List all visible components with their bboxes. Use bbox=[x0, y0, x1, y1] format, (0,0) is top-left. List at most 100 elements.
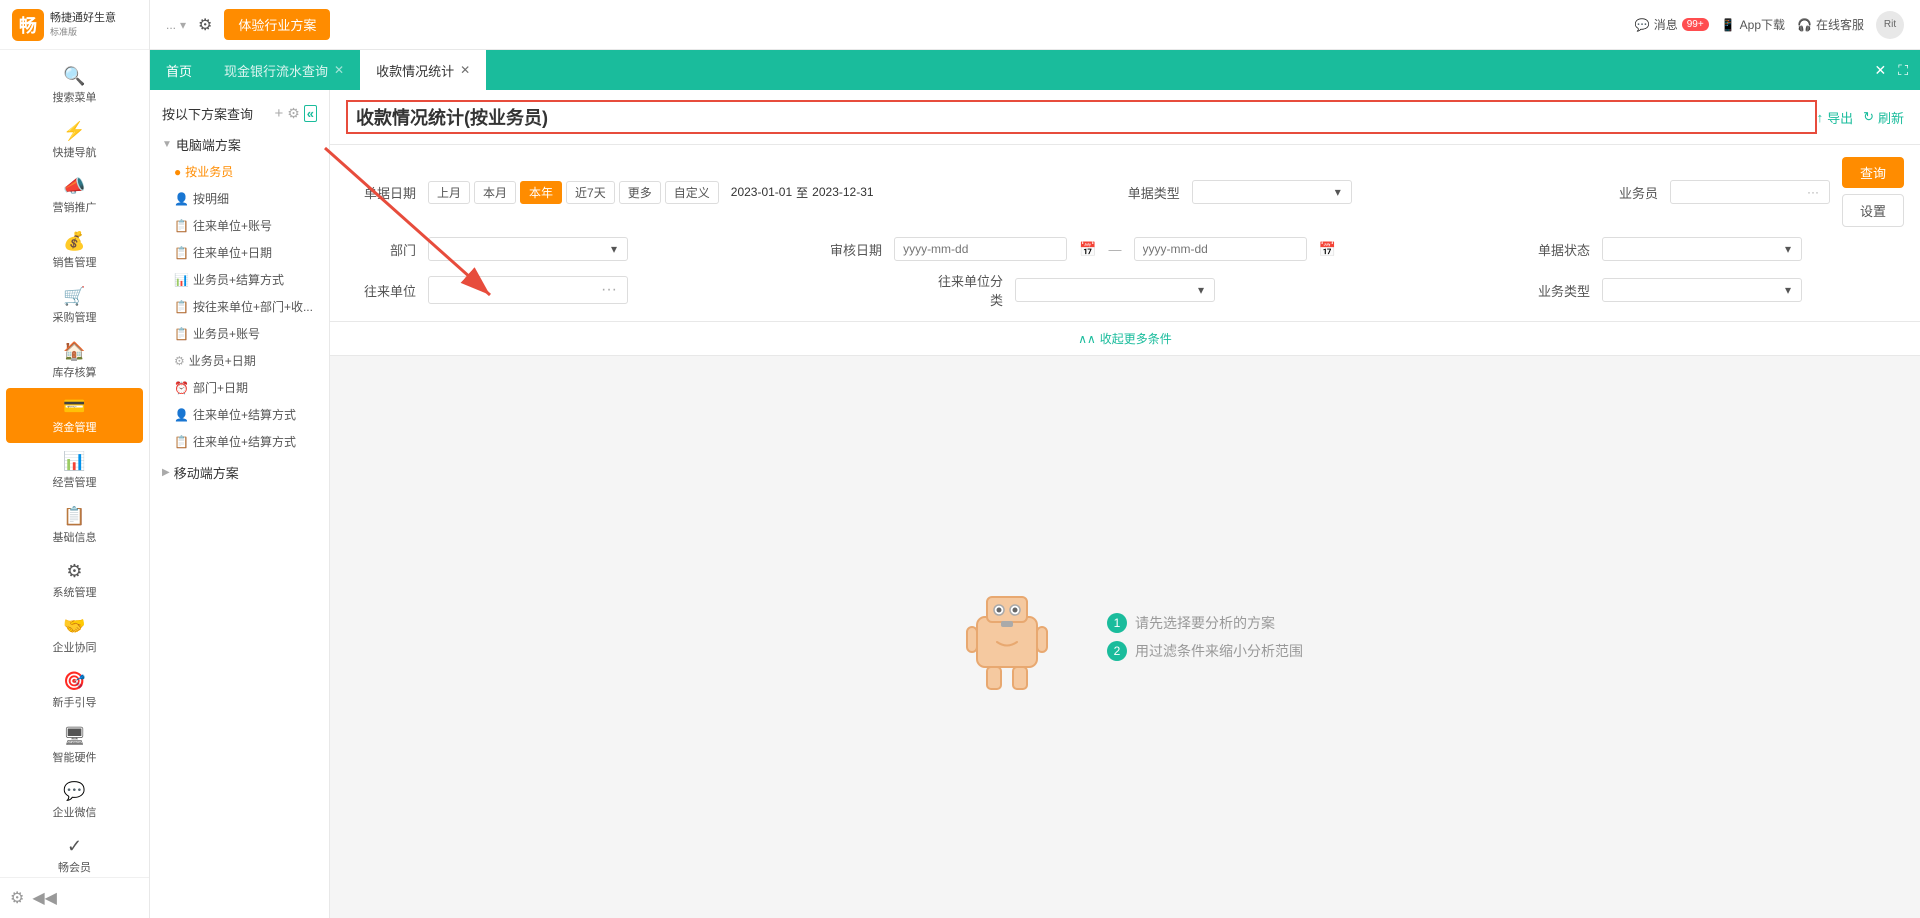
sidebar-item-purchase[interactable]: 🛒 采购管理 bbox=[0, 278, 149, 333]
page-header: 收款情况统计(按业务员) ↑ 导出 ↻ 刷新 bbox=[330, 90, 1920, 145]
tree-item-partner-dept-collect[interactable]: 📋 按往来单位+部门+收... bbox=[150, 293, 329, 320]
partner-account-label: 往来单位+账号 bbox=[193, 217, 272, 234]
filter-actions: 查询 设置 bbox=[1842, 157, 1904, 227]
export-button[interactable]: ↑ 导出 bbox=[1817, 108, 1854, 127]
sidebar-item-operations[interactable]: 📊 经营管理 bbox=[0, 443, 149, 498]
partner-category-chevron-icon: ▾ bbox=[1198, 283, 1204, 297]
add-scheme-icon[interactable]: + bbox=[274, 105, 283, 122]
tree-item-dept-date[interactable]: ⏰ 部门+日期 bbox=[150, 374, 329, 401]
tree-desktop-root[interactable]: ▼ 电脑端方案 bbox=[150, 131, 329, 158]
sidebar-item-member[interactable]: ✓ 畅会员 bbox=[0, 828, 149, 877]
sidebar-item-hardware[interactable]: 🖥 智能硬件 bbox=[0, 718, 149, 773]
sidebar-item-quick-nav[interactable]: ⚡ 快捷导航 bbox=[0, 113, 149, 168]
partner-settlement2-label: 往来单位+结算方式 bbox=[193, 433, 296, 450]
collapse-label: 收起更多条件 bbox=[1100, 330, 1172, 347]
review-date-end-cal-icon[interactable]: 📅 bbox=[1319, 241, 1336, 258]
by-detail-icon: 👤 bbox=[174, 192, 189, 206]
sidebar-item-base-info[interactable]: 📋 基础信息 bbox=[0, 498, 149, 553]
search-menu-icon: 🔍 bbox=[63, 66, 85, 87]
date-btn-custom[interactable]: 自定义 bbox=[665, 181, 719, 204]
tree-item-partner-date[interactable]: 📋 往来单位+日期 bbox=[150, 239, 329, 266]
sidebar-item-guide[interactable]: 🎯 新手引导 bbox=[0, 663, 149, 718]
guide-icon: 🎯 bbox=[63, 671, 85, 692]
export-icon: ↑ bbox=[1817, 110, 1824, 125]
topbar-gear-icon[interactable]: ⚙ bbox=[198, 15, 212, 35]
tab-collection-stats-close-icon[interactable]: ✕ bbox=[460, 63, 470, 77]
by-detail-label: 按明细 bbox=[193, 190, 229, 207]
logo-badge: 标准版 bbox=[50, 25, 116, 38]
filter-area: 单据日期 上月 本月 本年 近7天 更多 自定义 2023-01-01 至 20… bbox=[330, 145, 1920, 322]
app-download-action[interactable]: 📱 App下载 bbox=[1721, 16, 1785, 33]
scheme-collapse-icon[interactable]: « bbox=[304, 105, 317, 122]
inventory-icon: 🏠 bbox=[63, 341, 85, 362]
tree-item-salesperson-account[interactable]: 📋 业务员+账号 bbox=[150, 320, 329, 347]
settings-button[interactable]: 设置 bbox=[1842, 194, 1904, 227]
logo-icon: 畅 bbox=[12, 9, 44, 41]
tree-item-partner-account[interactable]: 📋 往来单位+账号 bbox=[150, 212, 329, 239]
customer-service-action[interactable]: 🎧 在线客服 bbox=[1797, 16, 1864, 33]
biz-type-select[interactable]: ▾ bbox=[1602, 278, 1802, 302]
salesperson-select[interactable]: ··· bbox=[1670, 180, 1830, 204]
topbar: ... ▾ ⚙ 体验行业方案 💬 消息 99+ 📱 App下载 🎧 在线客服 R… bbox=[150, 0, 1920, 50]
date-btn-this-year[interactable]: 本年 bbox=[520, 181, 562, 204]
refresh-button[interactable]: ↻ 刷新 bbox=[1863, 108, 1904, 127]
tree-item-partner-settlement1[interactable]: 👤 往来单位+结算方式 bbox=[150, 401, 329, 428]
salesperson-date-label: 业务员+日期 bbox=[189, 352, 256, 369]
tree-item-salesperson-date[interactable]: ⚙ 业务员+日期 bbox=[150, 347, 329, 374]
doc-status-select[interactable]: ▾ bbox=[1602, 237, 1802, 261]
tree-arrow-desktop: ▼ bbox=[162, 139, 172, 150]
tree-item-by-salesperson[interactable]: ● 按业务员 bbox=[150, 158, 329, 185]
sidebar-footer: ⚙ ◀◀ bbox=[0, 877, 149, 918]
sidebar-item-search-menu[interactable]: 🔍 搜索菜单 bbox=[0, 58, 149, 113]
hint-text-1: 请先选择要分析的方案 bbox=[1135, 613, 1275, 633]
date-btn-last-month[interactable]: 上月 bbox=[428, 181, 470, 204]
operations-icon: 📊 bbox=[63, 451, 85, 472]
sidebar-collapse-icon[interactable]: ◀◀ bbox=[32, 888, 57, 908]
tree-item-by-detail[interactable]: 👤 按明细 bbox=[150, 185, 329, 212]
collapse-icon: ∧∧ bbox=[1078, 332, 1096, 346]
sidebar-item-finance[interactable]: 💳 资金管理 bbox=[6, 388, 143, 443]
review-date-end-input[interactable] bbox=[1134, 237, 1307, 261]
date-btn-7days[interactable]: 近7天 bbox=[566, 181, 615, 204]
doc-type-select[interactable]: ▾ bbox=[1192, 180, 1352, 204]
salesperson-settlement-icon: 📊 bbox=[174, 273, 189, 287]
dept-select[interactable]: ▾ bbox=[428, 237, 628, 261]
tab-close-all-icon[interactable]: ✕ bbox=[1874, 62, 1886, 79]
sidebar-item-marketing[interactable]: 📣 营销推广 bbox=[0, 168, 149, 223]
tree-mobile-root[interactable]: ▶ 移动端方案 bbox=[150, 459, 329, 486]
partner-category-select[interactable]: ▾ bbox=[1015, 278, 1215, 302]
tab-bank-flow-close-icon[interactable]: ✕ bbox=[334, 63, 344, 77]
sidebar-item-sales[interactable]: 💰 销售管理 bbox=[0, 223, 149, 278]
sidebar-item-inventory[interactable]: 🏠 库存核算 bbox=[0, 333, 149, 388]
scheme-settings-icon[interactable]: ⚙ bbox=[287, 105, 300, 122]
collapse-bar[interactable]: ∧∧ 收起更多条件 bbox=[330, 322, 1920, 356]
tree-item-salesperson-settlement[interactable]: 📊 业务员+结算方式 bbox=[150, 266, 329, 293]
sidebar-item-system[interactable]: ⚙ 系统管理 bbox=[0, 553, 149, 608]
tree-item-partner-settlement2[interactable]: 📋 往来单位+结算方式 bbox=[150, 428, 329, 455]
date-btn-more[interactable]: 更多 bbox=[619, 181, 661, 204]
date-separator: 至 bbox=[796, 184, 808, 201]
tab-bank-flow[interactable]: 现金银行流水查询 ✕ bbox=[208, 50, 360, 90]
user-avatar[interactable]: Rit bbox=[1876, 11, 1904, 39]
filter-date-range: 2023-01-01 至 2023-12-31 bbox=[731, 184, 874, 201]
date-btn-this-month[interactable]: 本月 bbox=[474, 181, 516, 204]
results-hint: 1 请先选择要分析的方案 2 用过滤条件来缩小分析范围 bbox=[1107, 613, 1303, 661]
results-content: 1 请先选择要分析的方案 2 用过滤条件来缩小分析范围 bbox=[947, 577, 1303, 697]
sidebar-item-wechat[interactable]: 💬 企业微信 bbox=[0, 773, 149, 828]
query-button[interactable]: 查询 bbox=[1842, 157, 1904, 188]
partner-select[interactable]: ··· bbox=[428, 276, 628, 304]
review-date-start-cal-icon[interactable]: 📅 bbox=[1079, 241, 1096, 258]
tab-home[interactable]: 首页 bbox=[150, 50, 208, 90]
finance-icon: 💳 bbox=[63, 396, 85, 417]
sidebar-item-enterprise[interactable]: 🤝 企业协同 bbox=[0, 608, 149, 663]
tab-collection-stats-label: 收款情况统计 bbox=[376, 61, 454, 80]
sidebar-settings-icon[interactable]: ⚙ bbox=[10, 888, 24, 908]
trial-button[interactable]: 体验行业方案 bbox=[224, 9, 330, 40]
tab-collection-stats[interactable]: 收款情况统计 ✕ bbox=[360, 50, 486, 90]
review-date-start-input[interactable] bbox=[894, 237, 1067, 261]
biz-type-label: 业务类型 bbox=[1520, 281, 1590, 300]
partner-label: 往来单位 bbox=[346, 281, 416, 300]
hardware-icon: 🖥 bbox=[63, 726, 86, 747]
messages-action[interactable]: 💬 消息 99+ bbox=[1635, 16, 1709, 33]
tab-expand-icon[interactable]: ⛶ bbox=[1898, 62, 1908, 79]
